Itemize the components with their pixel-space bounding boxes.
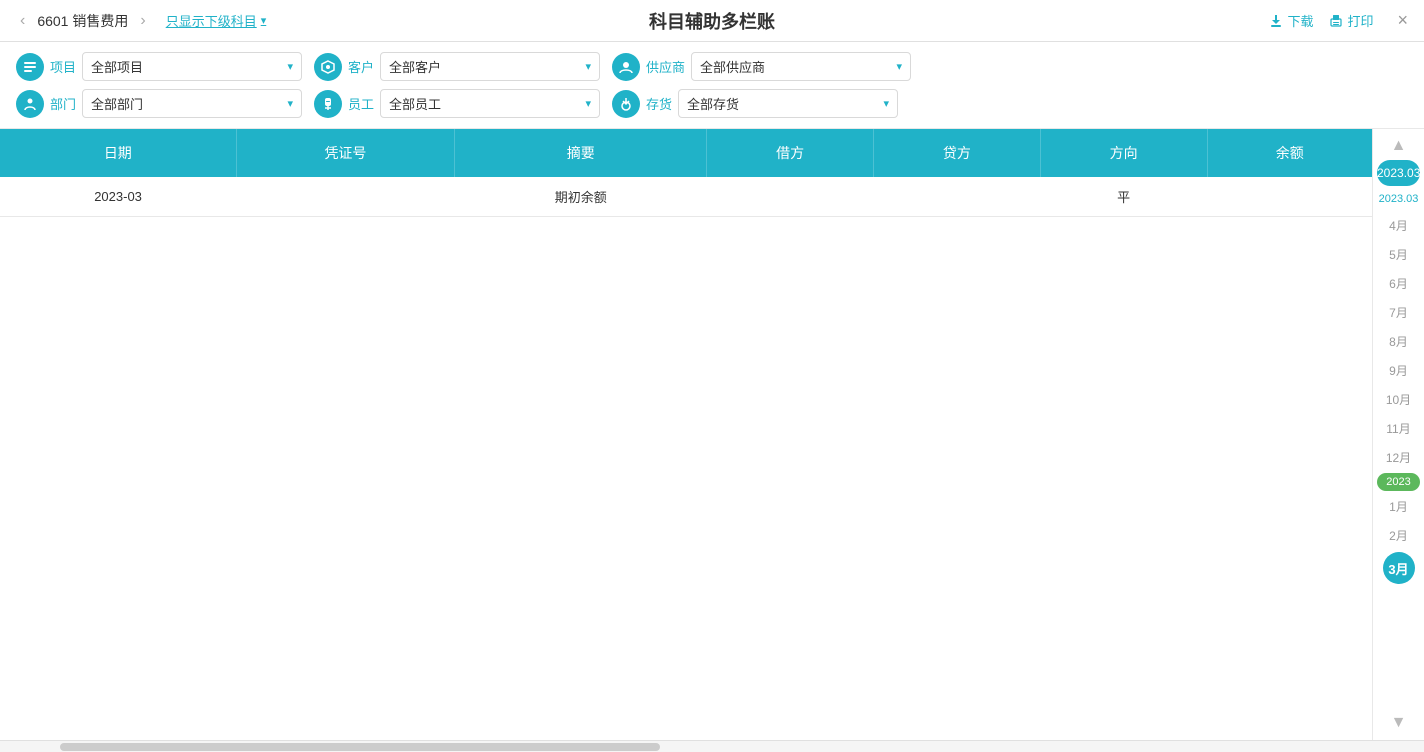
table-header-row: 日期 凭证号 摘要 借方 贷方 方向 余额: [0, 129, 1372, 177]
filter-inventory: 存货 全部存货 ▾: [612, 89, 898, 118]
inventory-arrow: ▾: [884, 97, 890, 110]
filter-bar: 项目 全部项目 ▾ 客户 全部客户 ▾: [0, 42, 1424, 129]
customer-arrow: ▾: [586, 60, 592, 73]
supplier-arrow: ▾: [897, 60, 903, 73]
sidebar-item-7[interactable]: 7月: [1373, 298, 1424, 327]
prev-arrow[interactable]: ‹: [16, 12, 29, 30]
col-voucher: 凭证号: [236, 129, 455, 177]
sidebar-item-10[interactable]: 10月: [1373, 385, 1424, 414]
show-sub-arrow: ▾: [261, 14, 267, 27]
main-area: 日期 凭证号 摘要 借方 贷方 方向 余额 2023-03 期初余额: [0, 129, 1424, 740]
dept-label: 部门: [50, 94, 76, 113]
print-label: 打印: [1347, 11, 1373, 30]
filter-project: 项目 全部项目 ▾: [16, 52, 302, 81]
supplier-label: 供应商: [646, 57, 685, 76]
table-row: 2023-03 期初余额 平: [0, 177, 1372, 217]
employee-value: 全部员工: [389, 94, 441, 113]
filter-employee: 员工 全部员工 ▾: [314, 89, 600, 118]
dept-select[interactable]: 全部部门 ▾: [82, 89, 302, 118]
sidebar-item-5[interactable]: 5月: [1373, 240, 1424, 269]
col-debit: 借方: [707, 129, 874, 177]
filter-row-2: 部门 全部部门 ▾ 员工 全部员工 ▾: [16, 89, 1408, 118]
filter-customer: 客户 全部客户 ▾: [314, 52, 600, 81]
project-value: 全部项目: [91, 57, 143, 76]
show-sub-label: 只显示下级科目: [166, 11, 257, 30]
cell-date: 2023-03: [0, 177, 236, 217]
cell-credit: [874, 177, 1041, 217]
download-button[interactable]: 下载: [1269, 11, 1313, 30]
cell-direction: 平: [1040, 177, 1207, 217]
account-code: 6601 销售费用: [37, 11, 128, 31]
employee-arrow: ▾: [586, 97, 592, 110]
customer-label: 客户: [348, 57, 374, 76]
inventory-value: 全部存货: [687, 94, 739, 113]
filter-dept: 部门 全部部门 ▾: [16, 89, 302, 118]
col-summary: 摘要: [455, 129, 707, 177]
inventory-icon: [612, 90, 640, 118]
top-bar: ‹ 6601 销售费用 › 只显示下级科目 ▾ 科目辅助多栏账 下载 打印 ×: [0, 0, 1424, 42]
show-sub-toggle[interactable]: 只显示下级科目 ▾: [166, 11, 267, 30]
customer-value: 全部客户: [389, 57, 441, 76]
col-date: 日期: [0, 129, 236, 177]
project-arrow: ▾: [287, 60, 293, 73]
hscroll-thumb[interactable]: [60, 743, 660, 751]
sidebar-item-8[interactable]: 8月: [1373, 327, 1424, 356]
sidebar-up-arrow[interactable]: ▲: [1373, 133, 1424, 159]
sidebar-item-202303-1[interactable]: 2023.03: [1377, 160, 1420, 186]
sidebar-item-6[interactable]: 6月: [1373, 269, 1424, 298]
col-direction: 方向: [1040, 129, 1207, 177]
print-icon: [1329, 14, 1343, 28]
right-sidebar: ▲ 2023.03 2023.03 4月 5月 6月 7月 8月 9月 10月 …: [1372, 129, 1424, 740]
sidebar-item-2[interactable]: 2月: [1373, 521, 1424, 550]
sidebar-item-1[interactable]: 1月: [1373, 492, 1424, 521]
top-actions: 下载 打印 ×: [1269, 10, 1408, 31]
cell-voucher: [236, 177, 455, 217]
sidebar-item-12[interactable]: 12月: [1373, 443, 1424, 472]
ledger-table: 日期 凭证号 摘要 借方 贷方 方向 余额 2023-03 期初余额: [0, 129, 1372, 217]
customer-icon: [314, 53, 342, 81]
customer-select[interactable]: 全部客户 ▾: [380, 52, 600, 81]
employee-icon: [314, 90, 342, 118]
project-label: 项目: [50, 57, 76, 76]
table-wrapper[interactable]: 日期 凭证号 摘要 借方 贷方 方向 余额 2023-03 期初余额: [0, 129, 1372, 740]
print-button[interactable]: 打印: [1329, 11, 1373, 30]
download-icon: [1269, 14, 1283, 28]
inventory-label: 存货: [646, 94, 672, 113]
inventory-select[interactable]: 全部存货 ▾: [678, 89, 898, 118]
project-select[interactable]: 全部项目 ▾: [82, 52, 302, 81]
dept-value: 全部部门: [91, 94, 143, 113]
sidebar-item-3-current[interactable]: 3月: [1383, 552, 1415, 584]
cell-debit: [707, 177, 874, 217]
cell-balance: [1207, 177, 1372, 217]
dept-icon: [16, 90, 44, 118]
project-icon: [16, 53, 44, 81]
dept-arrow: ▾: [287, 97, 293, 110]
sidebar-down-arrow[interactable]: ▼: [1373, 710, 1424, 736]
col-credit: 贷方: [874, 129, 1041, 177]
employee-label: 员工: [348, 94, 374, 113]
supplier-select[interactable]: 全部供应商 ▾: [691, 52, 911, 81]
sidebar-item-4[interactable]: 4月: [1373, 211, 1424, 240]
cell-summary: 期初余额: [455, 177, 707, 217]
next-arrow[interactable]: ›: [136, 12, 149, 30]
sidebar-item-202303-2[interactable]: 2023.03: [1373, 187, 1424, 211]
filter-supplier: 供应商 全部供应商 ▾: [612, 52, 911, 81]
main-window: ‹ 6601 销售费用 › 只显示下级科目 ▾ 科目辅助多栏账 下载 打印 ×: [0, 0, 1424, 752]
col-balance: 余额: [1207, 129, 1372, 177]
close-button[interactable]: ×: [1397, 10, 1408, 31]
download-label: 下载: [1287, 11, 1313, 30]
filter-row-1: 项目 全部项目 ▾ 客户 全部客户 ▾: [16, 52, 1408, 81]
sidebar-item-11[interactable]: 11月: [1373, 414, 1424, 443]
page-title: 科目辅助多栏账: [649, 8, 775, 34]
supplier-value: 全部供应商: [700, 57, 765, 76]
employee-select[interactable]: 全部员工 ▾: [380, 89, 600, 118]
hscroll-bar[interactable]: [0, 740, 1424, 752]
supplier-icon: [612, 53, 640, 81]
sidebar-item-9[interactable]: 9月: [1373, 356, 1424, 385]
sidebar-item-2023-year[interactable]: 2023: [1377, 473, 1420, 491]
